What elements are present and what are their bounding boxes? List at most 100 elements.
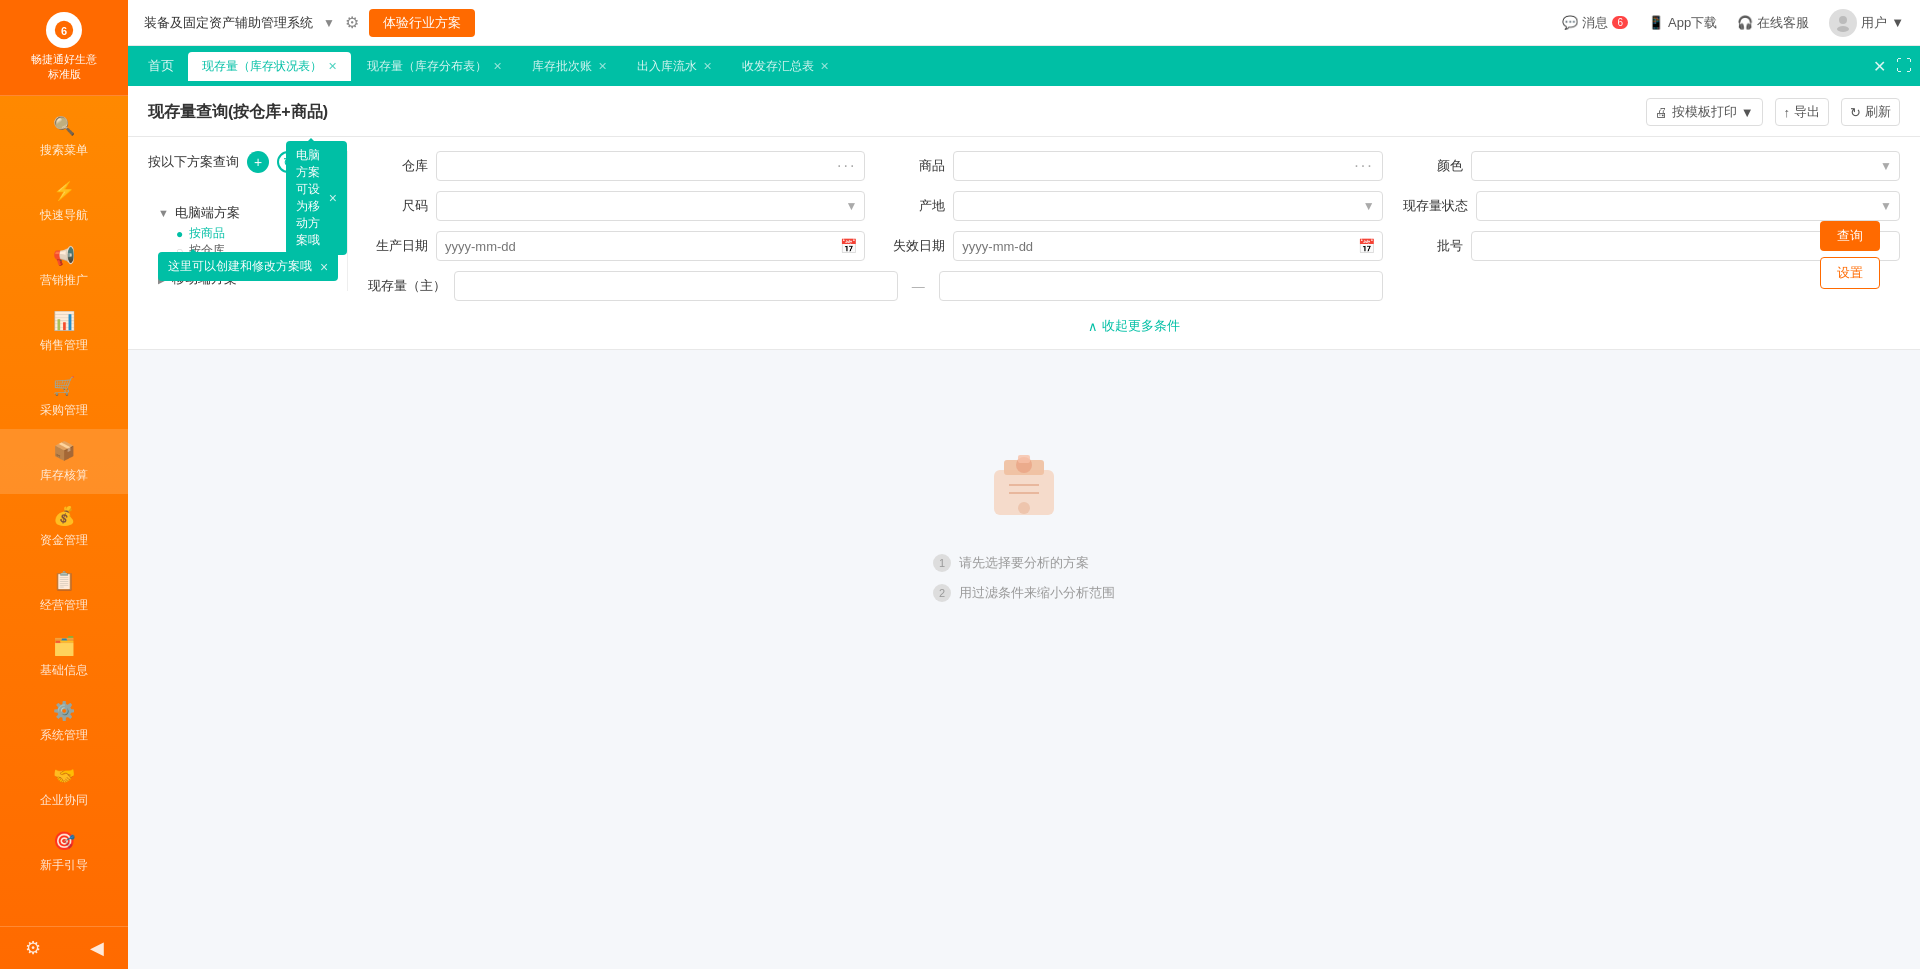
sidebar-item-guide[interactable]: 🎯 新手引导 — [0, 819, 128, 884]
tab-bar-right: ✕ ⛶ — [1873, 57, 1912, 76]
collapse-up-icon: ∧ — [1088, 319, 1098, 334]
tab-in-out-flow[interactable]: 出入库流水 ✕ — [623, 52, 726, 81]
tab-close-in-out-flow[interactable]: ✕ — [703, 60, 712, 73]
settings-icon[interactable]: ⚙ — [345, 13, 359, 32]
sub-scheme-radio: ● — [176, 227, 183, 241]
sidebar-item-finance[interactable]: 💰 资金管理 — [0, 494, 128, 559]
sidebar-item-search[interactable]: 🔍 搜索菜单 — [0, 104, 128, 169]
tab-receive-summary[interactable]: 收发存汇总表 ✕ — [728, 52, 843, 81]
tab-close-batch-account[interactable]: ✕ — [598, 60, 607, 73]
inventory-icon: 📦 — [53, 439, 75, 464]
prod-date-input-wrap: 📅 — [436, 231, 865, 261]
system-name: 装备及固定资产辅助管理系统 — [144, 14, 313, 32]
tab-expand-icon[interactable]: ⛶ — [1896, 57, 1912, 75]
color-select-wrap: ▼ — [1471, 151, 1900, 181]
sidebar-item-system[interactable]: ⚙️ 系统管理 — [0, 689, 128, 754]
search-icon: 🔍 — [53, 114, 75, 139]
print-btn[interactable]: 🖨 按模板打印 ▼ — [1646, 98, 1763, 126]
inv-status-select-wrap: ▼ — [1476, 191, 1900, 221]
step-2-num: 2 — [933, 584, 951, 602]
export-btn[interactable]: ↑ 导出 — [1775, 98, 1830, 126]
svg-text:6: 6 — [61, 25, 67, 37]
tab-batch-account[interactable]: 库存批次账 ✕ — [518, 52, 621, 81]
tab-close-inventory-dist[interactable]: ✕ — [493, 60, 502, 73]
inv-status-filter-row: 现存量状态 ▼ — [1403, 191, 1900, 221]
operations-icon: 📋 — [53, 569, 75, 594]
tooltip2-close-btn[interactable]: × — [320, 259, 328, 275]
inv-status-label: 现存量状态 — [1403, 197, 1468, 215]
search-btn[interactable]: 查询 — [1820, 221, 1880, 251]
goods-filter-row: 商品 ··· — [885, 151, 1382, 181]
svg-rect-10 — [1018, 455, 1030, 463]
page-actions: 🖨 按模板打印 ▼ ↑ 导出 ↻ 刷新 — [1646, 98, 1900, 126]
header-right: 💬 消息 6 📱 App下载 🎧 在线客服 用户 ▼ — [1562, 9, 1904, 37]
filter-section: 按以下方案查询 + ↻ « 电脑方案可设为移动方案哦 × — [128, 137, 1920, 350]
tab-inventory-dist[interactable]: 现存量（库存分布表） ✕ — [353, 52, 516, 81]
page-title: 现存量查询(按仓库+商品) — [148, 102, 328, 123]
svg-point-3 — [1837, 26, 1849, 32]
experience-btn[interactable]: 体验行业方案 — [369, 9, 475, 37]
svg-point-9 — [1018, 502, 1030, 514]
header-left: 装备及固定资产辅助管理系统 ▼ ⚙ 体验行业方案 — [144, 9, 475, 37]
prod-date-filter-row: 生产日期 📅 — [368, 231, 865, 261]
page-header: 现存量查询(按仓库+商品) 🖨 按模板打印 ▼ ↑ 导出 ↻ 刷新 — [128, 86, 1920, 137]
goods-dots[interactable]: ··· — [1354, 157, 1373, 175]
origin-select[interactable] — [953, 191, 1382, 221]
refresh-btn[interactable]: ↻ 刷新 — [1841, 98, 1900, 126]
tab-close-inventory-status[interactable]: ✕ — [328, 60, 337, 73]
sidebar-collapse-btn[interactable]: ◀ — [90, 937, 104, 959]
tooltip1-close-btn[interactable]: × — [329, 190, 337, 206]
inv-status-select[interactable] — [1476, 191, 1900, 221]
origin-select-wrap: ▼ — [953, 191, 1382, 221]
prod-date-input[interactable] — [436, 231, 865, 261]
goods-label: 商品 — [885, 157, 945, 175]
tab-home[interactable]: 首页 — [136, 51, 186, 81]
empty-state-text: 1 请先选择要分析的方案 2 用过滤条件来缩小分析范围 — [933, 550, 1115, 610]
size-select[interactable] — [436, 191, 865, 221]
expiry-date-input-wrap: 📅 — [953, 231, 1382, 261]
sidebar-settings-btn[interactable]: ⚙ — [25, 937, 41, 959]
inv-main-from-input[interactable] — [454, 271, 898, 301]
tab-close-receive-summary[interactable]: ✕ — [820, 60, 829, 73]
print-chevron-icon: ▼ — [1741, 105, 1754, 120]
guide-icon: 🎯 — [53, 829, 75, 854]
size-select-wrap: ▼ — [436, 191, 865, 221]
desktop-scheme-arrow: ▼ — [158, 207, 169, 219]
tab-inventory-status[interactable]: 现存量（库存状况表） ✕ — [188, 52, 351, 81]
user-chevron-icon: ▼ — [1891, 15, 1904, 30]
sidebar-item-operations[interactable]: 📋 经营管理 — [0, 559, 128, 624]
add-scheme-btn[interactable]: + — [247, 151, 269, 173]
system-dropdown-btn[interactable]: ▼ — [323, 16, 335, 30]
message-badge: 6 — [1612, 16, 1628, 29]
reset-btn[interactable]: 设置 — [1820, 257, 1880, 289]
sidebar-item-basic[interactable]: 🗂️ 基础信息 — [0, 624, 128, 689]
query-btn-group: 查询 设置 — [1820, 221, 1880, 289]
size-label: 尺码 — [368, 197, 428, 215]
page-title-row: 现存量查询(按仓库+商品) 🖨 按模板打印 ▼ ↑ 导出 ↻ 刷新 — [148, 98, 1900, 136]
sidebar-nav: 🔍 搜索菜单 ⚡ 快速导航 📢 营销推广 📊 销售管理 🛒 采购管理 📦 库存核… — [0, 96, 128, 926]
expiry-date-label: 失效日期 — [885, 237, 945, 255]
sidebar-item-purchase[interactable]: 🛒 采购管理 — [0, 364, 128, 429]
sidebar-item-sales[interactable]: 📊 销售管理 — [0, 299, 128, 364]
support-btn[interactable]: 🎧 在线客服 — [1737, 14, 1809, 32]
collapse-btn[interactable]: ∧ 收起更多条件 — [368, 311, 1900, 335]
warehouse-dots[interactable]: ··· — [837, 157, 856, 175]
app-download-btn[interactable]: 📱 App下载 — [1648, 14, 1717, 32]
user-btn[interactable]: 用户 ▼ — [1829, 9, 1904, 37]
sidebar-item-enterprise[interactable]: 🤝 企业协同 — [0, 754, 128, 819]
color-label: 颜色 — [1403, 157, 1463, 175]
sidebar-item-inventory[interactable]: 📦 库存核算 — [0, 429, 128, 494]
warehouse-label: 仓库 — [368, 157, 428, 175]
sidebar-item-quick-nav[interactable]: ⚡ 快速导航 — [0, 169, 128, 234]
expiry-date-filter-row: 失效日期 📅 — [885, 231, 1382, 261]
inv-main-to-input[interactable] — [939, 271, 1383, 301]
expiry-date-input[interactable] — [953, 231, 1382, 261]
inv-main-label: 现存量（主） — [368, 277, 446, 295]
sidebar-item-marketing[interactable]: 📢 营销推广 — [0, 234, 128, 299]
color-select[interactable] — [1471, 151, 1900, 181]
sidebar: 6 畅捷通好生意 标准版 🔍 搜索菜单 ⚡ 快速导航 📢 营销推广 📊 销售管理… — [0, 0, 128, 969]
inv-main-separator: — — [906, 279, 931, 294]
message-btn[interactable]: 💬 消息 6 — [1562, 14, 1628, 32]
tab-close-all-icon[interactable]: ✕ — [1873, 57, 1886, 76]
tab-bar: 首页 现存量（库存状况表） ✕ 现存量（库存分布表） ✕ 库存批次账 ✕ 出入库… — [128, 46, 1920, 86]
